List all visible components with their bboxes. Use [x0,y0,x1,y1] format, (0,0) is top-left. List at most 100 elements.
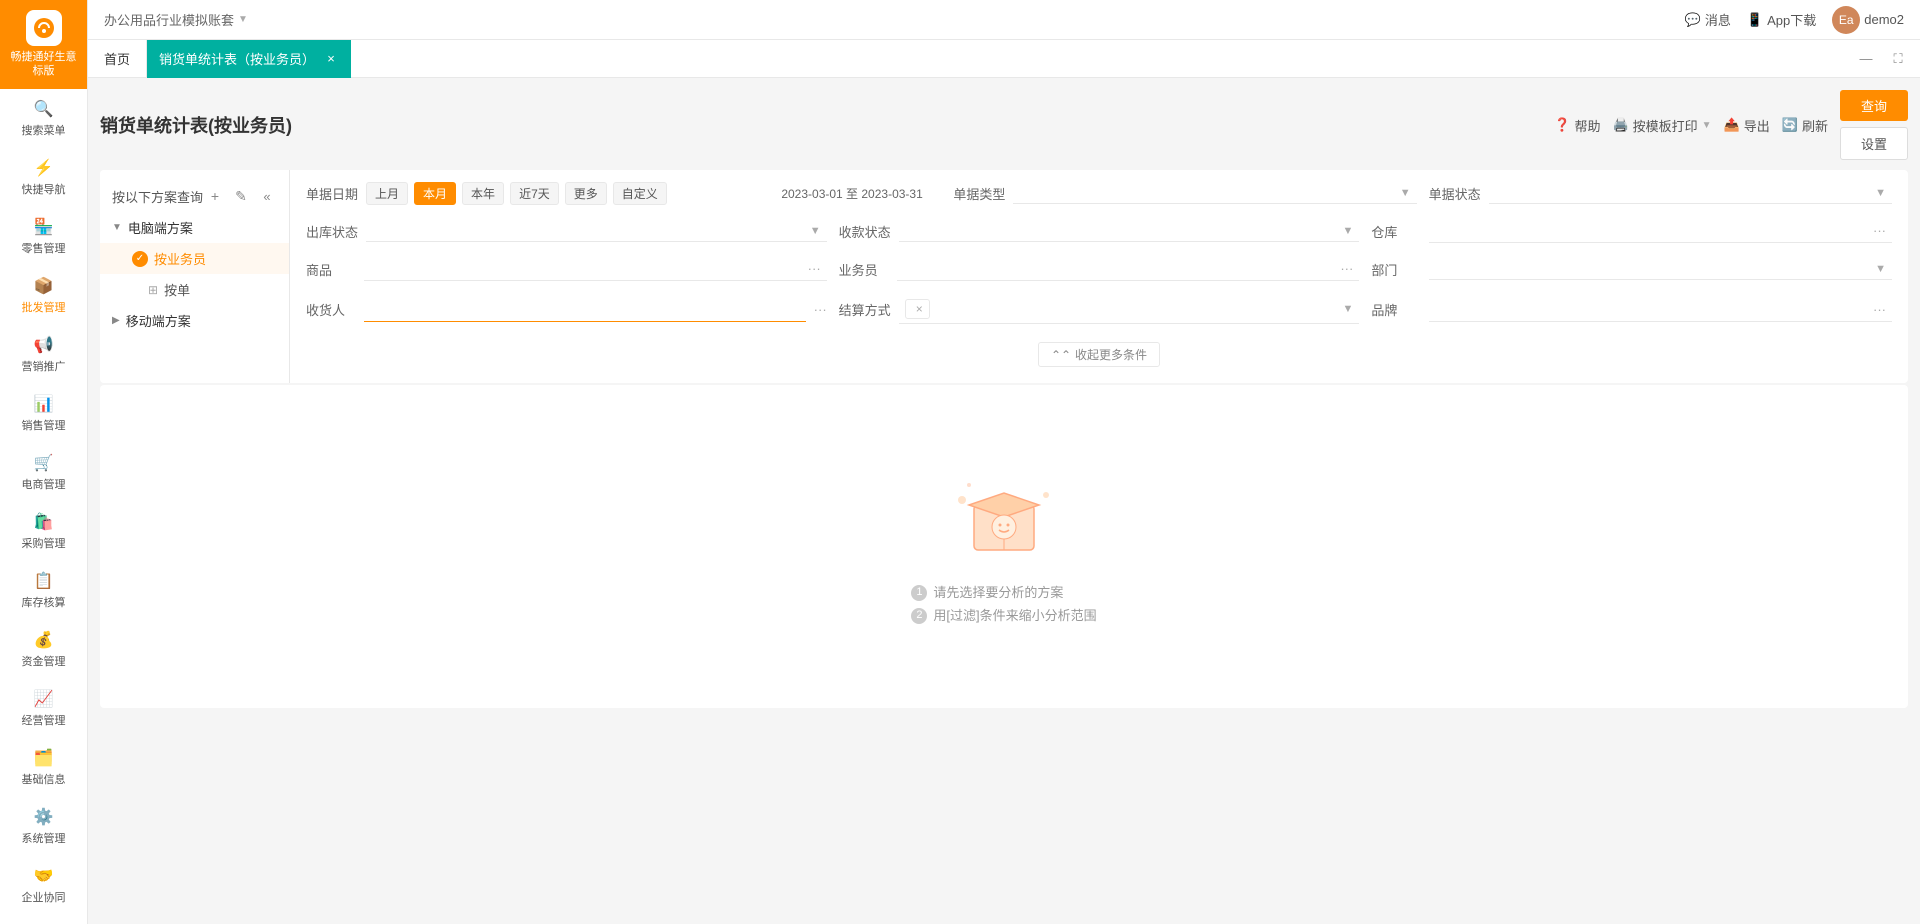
tab-close-btn[interactable]: × [323,51,339,67]
date-btn-more[interactable]: 更多 [565,182,607,205]
goods-input[interactable]: ··· [364,257,827,281]
scheme-add-btn[interactable]: + [205,186,225,206]
tab-active[interactable]: 销货单统计表（按业务员） × [147,40,351,78]
user-avatar-btn[interactable]: Ea demo2 [1832,6,1904,34]
sidebar-item-wholesale[interactable]: 📦 批发管理 [0,266,87,325]
doc-type-arrow-icon: ▼ [1400,187,1411,199]
tab-minimize-btn[interactable]: — [1852,45,1880,73]
sidebar-item-search[interactable]: 🔍 搜索菜单 [0,89,87,148]
desktop-group-header[interactable]: ▼ 电脑端方案 [100,212,289,243]
settlement-label: 结算方式 [839,300,891,319]
help-btn[interactable]: ❓ 帮助 [1554,116,1600,135]
account-dropdown[interactable]: 办公用品行业模拟账套 ▼ [104,10,248,29]
sidebar-item-marketing[interactable]: 📢 营销推广 [0,325,87,384]
tabs-bar-right: — ⛶ [1852,45,1920,73]
sidebar-item-quick-nav[interactable]: ⚡ 快捷导航 [0,148,87,207]
empty-state: 1 请先选择要分析的方案 2 用[过滤]条件来缩小分析范围 [100,385,1908,708]
dept-select[interactable]: ▼ [1429,259,1892,280]
sidebar-item-ecommerce-label: 电商管理 [22,476,66,492]
mobile-group-header[interactable]: ▶ 移动端方案 [100,305,289,336]
filter-panel: 单据日期 上月 本月 本年 近7天 更多 自定义 2023-03-01 至 20… [290,170,1908,383]
export-icon: 📤 [1724,117,1740,133]
sidebar-item-system[interactable]: ⚙️ 系统管理 [0,797,87,856]
message-btn[interactable]: 💬 消息 [1685,10,1731,29]
chevron-down-icon: ▼ [238,14,248,25]
receipt-status-select[interactable]: ▼ [899,221,1360,242]
sidebar-item-sales[interactable]: 📊 销售管理 [0,384,87,443]
sidebar: 畅捷通好生意 标版 🔍 搜索菜单 ⚡ 快捷导航 🏪 零售管理 📦 批发管理 📢 … [0,0,88,924]
sidebar-item-basic[interactable]: 🗂️ 基础信息 [0,738,87,797]
avatar: Ea [1832,6,1860,34]
settlement-tag-close[interactable]: × [916,302,923,316]
receipt-status-arrow-icon: ▼ [1342,225,1353,237]
system-icon: ⚙️ [34,807,54,827]
brand-dots[interactable]: ··· [1873,302,1886,317]
date-btn-7days[interactable]: 近7天 [510,182,559,205]
date-range-display: 2023-03-01 至 2023-03-31 [781,185,941,202]
sidebar-item-purchase-label: 采购管理 [22,535,66,551]
salesman-dots[interactable]: ··· [1340,261,1353,276]
set-button[interactable]: 设置 [1840,127,1908,160]
main-wrapper: 办公用品行业模拟账套 ▼ 💬 消息 📱 App下载 Ea demo2 首页 [88,0,1920,924]
top-bar-right: 💬 消息 📱 App下载 Ea demo2 [1685,6,1904,34]
brand-input[interactable]: ··· [1429,298,1892,322]
collapse-up-icon: ⌃⌃ [1051,348,1071,362]
settlement-tag: × [905,299,930,319]
filter-row-4: 收货人 ··· 结算方式 × ▼ [306,295,1892,324]
query-button[interactable]: 查询 [1840,90,1908,121]
sidebar-item-ecommerce[interactable]: 🛒 电商管理 [0,443,87,502]
desktop-arrow-icon: ▼ [112,222,122,233]
top-bar-left: 办公用品行业模拟账套 ▼ [104,10,248,29]
scheme-edit-btn[interactable]: ✎ [231,186,251,206]
out-status-select[interactable]: ▼ [366,221,827,242]
sidebar-item-business-label: 经营管理 [22,712,66,728]
goods-dots[interactable]: ··· [808,261,821,276]
salesman-input[interactable]: ··· [897,257,1360,281]
date-btn-lastmonth[interactable]: 上月 [366,182,408,205]
collapse-conditions-btn[interactable]: ⌃⌃ 收起更多条件 [1038,342,1160,367]
business-icon: 📈 [34,689,54,709]
doc-type-select[interactable]: ▼ [1013,183,1416,204]
doc-status-select[interactable]: ▼ [1489,183,1892,204]
tab-home[interactable]: 首页 [88,40,147,78]
date-filter: 上月 本月 本年 近7天 更多 自定义 [366,182,667,205]
sidebar-item-purchase[interactable]: 🛍️ 采购管理 [0,502,87,561]
consignee-input[interactable] [364,298,806,322]
filter-dept: 部门 ▼ [1371,259,1892,280]
sidebar-item-retail[interactable]: 🏪 零售管理 [0,207,87,266]
sidebar-item-guide[interactable]: 🎯 新手引导 [0,915,87,924]
dept-label: 部门 [1371,260,1421,279]
sidebar-item-retail-label: 零售管理 [22,240,66,256]
scheme-item-by-salesman[interactable]: ✓ 按业务员 [100,243,289,274]
sales-icon: 📊 [34,394,54,414]
empty-illustration [944,465,1064,565]
scheme-collapse-btn[interactable]: « [257,186,277,206]
date-btn-thismonth[interactable]: 本月 [414,182,456,205]
sidebar-item-finance[interactable]: 💰 资金管理 [0,620,87,679]
sidebar-item-quick-nav-label: 快捷导航 [22,181,66,197]
app-download-btn[interactable]: 📱 App下载 [1747,10,1816,29]
print-btn[interactable]: 🖨️ 按模板打印 ▼ [1612,116,1711,135]
refresh-icon: 🔄 [1782,117,1798,133]
date-btn-thisyear[interactable]: 本年 [462,182,504,205]
settlement-input[interactable]: × ▼ [899,295,1360,324]
filter-settlement: 结算方式 × ▼ [839,295,1360,324]
sidebar-item-marketing-label: 营销推广 [22,358,66,374]
filter-receipt-status: 收款状态 ▼ [839,221,1360,242]
sidebar-item-inventory[interactable]: 📋 库存核算 [0,561,87,620]
sidebar-item-collab[interactable]: 🤝 企业协同 [0,856,87,915]
scheme-item-by-doc[interactable]: ⊞ 按单 [100,274,289,305]
warehouse-input[interactable]: ··· [1429,219,1892,243]
logo-icon [26,10,62,46]
sidebar-item-business[interactable]: 📈 经营管理 [0,679,87,738]
tab-maximize-btn[interactable]: ⛶ [1884,45,1912,73]
hint-line-1: 1 请先选择要分析的方案 [911,581,1096,604]
filter-brand: 品牌 ··· [1371,298,1892,322]
refresh-btn[interactable]: 🔄 刷新 [1782,116,1828,135]
warehouse-label: 仓库 [1371,222,1421,241]
warehouse-dots[interactable]: ··· [1873,223,1886,238]
consignee-dots[interactable]: ··· [814,302,827,317]
export-btn[interactable]: 📤 导出 [1724,116,1770,135]
date-btn-custom[interactable]: 自定义 [613,182,667,205]
download-icon: 📱 [1747,12,1763,28]
